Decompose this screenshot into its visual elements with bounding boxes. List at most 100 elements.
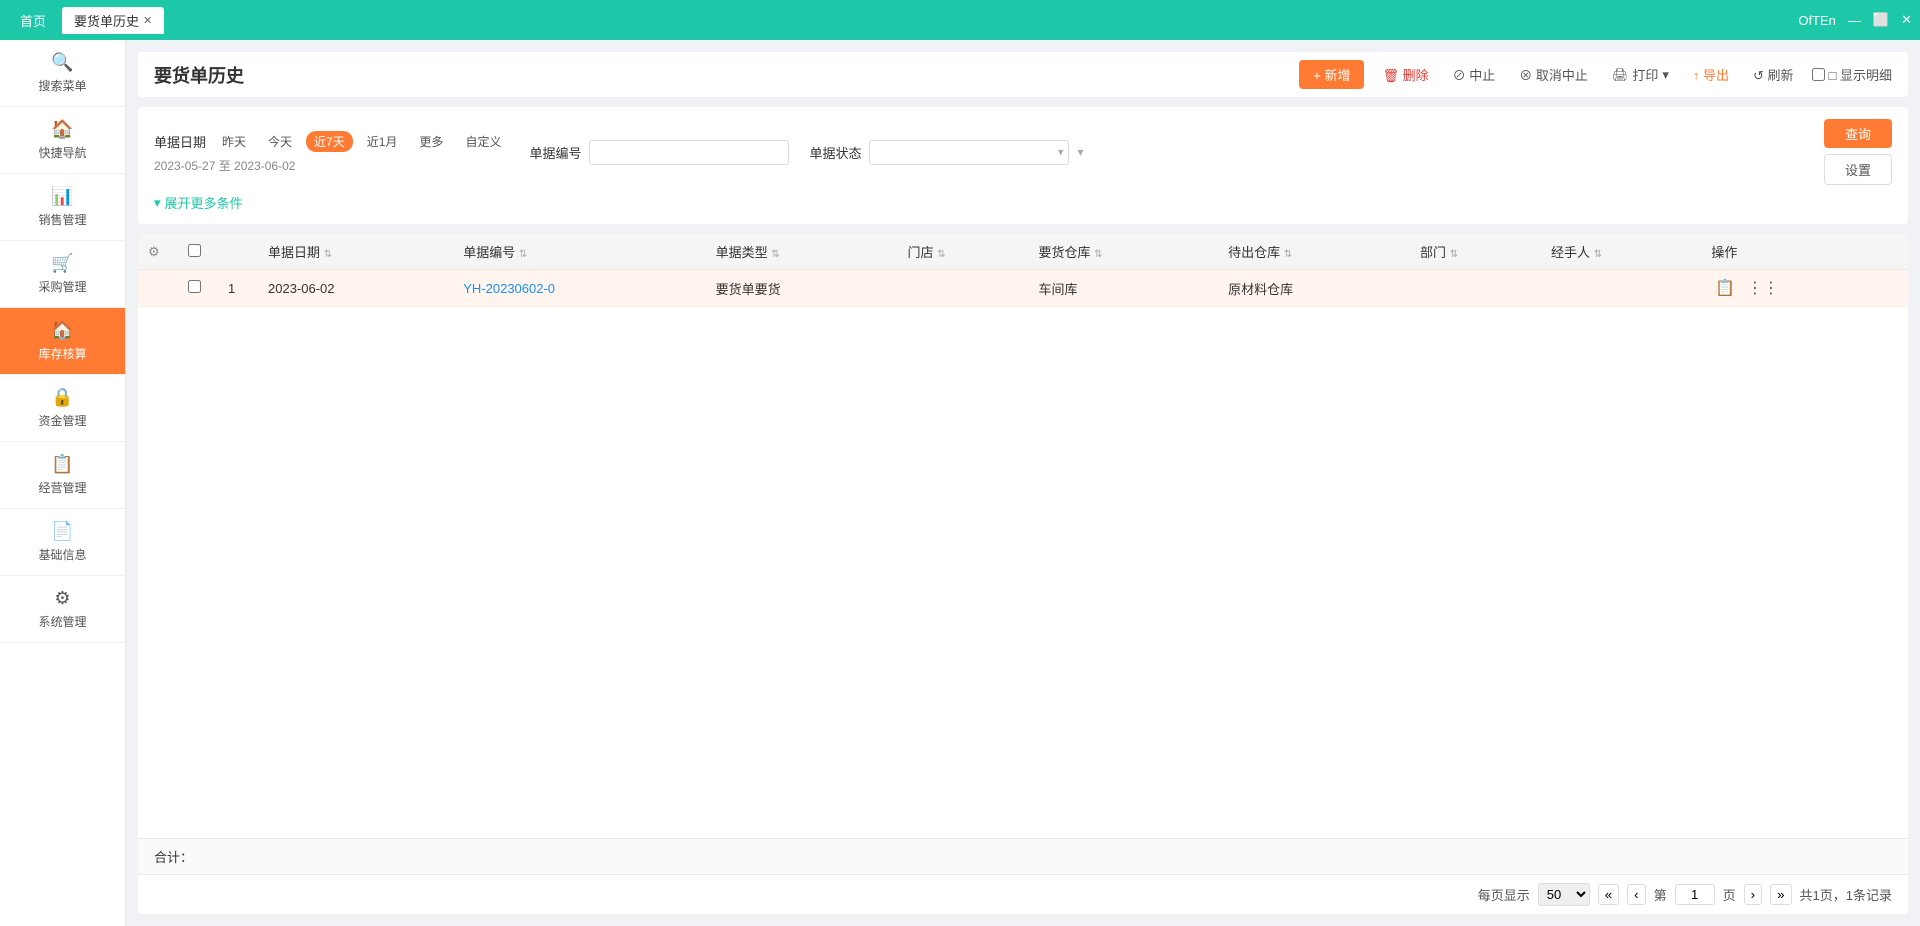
sidebar-item-purchase[interactable]: 🛒 采购管理 xyxy=(0,241,125,308)
col-department-sort-icon: ⇅ xyxy=(1450,249,1458,260)
row-handler-cell xyxy=(1541,270,1701,307)
page-header: 要货单历史 + 新增 🗑 删除 ⊘ 中止 ⊗ 取消中止 🖨 打印 ▾ ↑ 导出 … xyxy=(138,52,1908,97)
col-pending-warehouse[interactable]: 待出仓库 ⇅ xyxy=(1218,234,1410,270)
col-bill-type[interactable]: 单据类型 ⇅ xyxy=(706,234,898,270)
date-filter-group: 单据日期 昨天 今天 近7天 近1月 更多 自定义 2023-05-27 至 2… xyxy=(154,131,509,174)
sidebar-item-search-menu[interactable]: 🔍 搜索菜单 xyxy=(0,40,125,107)
search-menu-icon: 🔍 xyxy=(51,52,73,73)
bill-number-label: 单据编号 xyxy=(529,143,581,162)
prev-page-button[interactable]: ‹ xyxy=(1627,884,1645,905)
row-checkbox-cell xyxy=(178,270,218,307)
expand-conditions-button[interactable]: ▾ 展开更多条件 xyxy=(154,193,1892,212)
sales-icon: 📊 xyxy=(51,186,73,207)
row-pending-warehouse: 原材料仓库 xyxy=(1228,282,1293,297)
bill-number-input[interactable] xyxy=(589,140,789,165)
tab-close-icon[interactable]: ✕ xyxy=(143,14,152,27)
cancel-stop-button[interactable]: ⊗ 取消中止 xyxy=(1513,61,1594,88)
tab-requisition-label: 要货单历史 xyxy=(74,11,139,30)
total-info: 共1页，1条记录 xyxy=(1800,885,1892,904)
sidebar-item-sales[interactable]: 📊 销售管理 xyxy=(0,174,125,241)
date-pill-custom[interactable]: 自定义 xyxy=(457,131,509,152)
sidebar-item-purchase-label: 采购管理 xyxy=(38,278,86,295)
print-button[interactable]: 🖨 打印 ▾ xyxy=(1606,61,1675,88)
date-pill-7days[interactable]: 近7天 xyxy=(306,131,353,152)
next-page-button[interactable]: › xyxy=(1744,884,1762,905)
sidebar-item-system-label: 系统管理 xyxy=(38,613,86,630)
window-minimize-btn[interactable]: — xyxy=(1848,13,1861,28)
last-page-button[interactable]: » xyxy=(1770,884,1791,905)
date-pill-1month[interactable]: 近1月 xyxy=(359,131,406,152)
table-body: 1 2023-06-02 YH-20230602-0 要货单要货 xyxy=(138,270,1908,307)
sidebar-item-operations[interactable]: 📋 经营管理 xyxy=(0,442,125,509)
sidebar-item-operations-label: 经营管理 xyxy=(38,479,86,496)
query-search-button[interactable]: 查询 xyxy=(1824,119,1892,148)
tab-bar: 首页 要货单历史 ✕ xyxy=(8,7,164,34)
sidebar-item-basic-info[interactable]: 📄 基础信息 xyxy=(0,509,125,576)
row-checkbox[interactable] xyxy=(188,280,201,293)
sidebar-item-quick-nav-label: 快捷导航 xyxy=(38,144,86,161)
row-bill-no-cell: YH-20230602-0 xyxy=(453,270,705,307)
row-num: 1 xyxy=(228,281,235,296)
col-req-warehouse[interactable]: 要货仓库 ⇅ xyxy=(1028,234,1218,270)
export-button[interactable]: ↑ 导出 xyxy=(1687,61,1735,88)
col-pending-warehouse-label: 待出仓库 xyxy=(1228,245,1280,260)
page-suffix: 页 xyxy=(1723,885,1736,904)
window-maximize-btn[interactable]: ⬜ xyxy=(1873,12,1889,28)
query-settings-button[interactable]: 设置 xyxy=(1824,154,1892,185)
row-action-cell: 📋 ⋮⋮ xyxy=(1701,270,1908,307)
table-settings-icon[interactable]: ⚙ xyxy=(148,244,160,259)
tab-home[interactable]: 首页 xyxy=(8,7,58,34)
page-number-input[interactable] xyxy=(1675,884,1715,905)
col-store[interactable]: 门店 ⇅ xyxy=(897,234,1028,270)
date-filter-label: 单据日期 xyxy=(154,132,206,151)
expand-label: 展开更多条件 xyxy=(165,193,243,212)
status-dropdown-icon: ▾ xyxy=(1077,145,1083,159)
window-close-btn[interactable]: ✕ xyxy=(1901,12,1912,28)
col-handler[interactable]: 经手人 ⇅ xyxy=(1541,234,1701,270)
select-all-checkbox[interactable] xyxy=(188,244,201,257)
date-pills: 昨天 今天 近7天 近1月 更多 自定义 xyxy=(214,131,509,152)
new-button[interactable]: + 新增 xyxy=(1299,60,1364,89)
tab-requisition-history[interactable]: 要货单历史 ✕ xyxy=(62,7,164,34)
table-header-row: ⚙ 单据日期 ⇅ 单据编号 ⇅ xyxy=(138,234,1908,270)
row-edit-button[interactable]: 📋 xyxy=(1711,278,1739,299)
sidebar: 🔍 搜索菜单 🏠 快捷导航 📊 销售管理 🛒 采购管理 🏠 库存核算 🔒 资金管… xyxy=(0,40,126,926)
col-bill-no[interactable]: 单据编号 ⇅ xyxy=(453,234,705,270)
stop-button[interactable]: ⊘ 中止 xyxy=(1447,61,1502,88)
refresh-button[interactable]: ↺ 刷新 xyxy=(1747,61,1800,88)
toolbar: + 新增 🗑 删除 ⊘ 中止 ⊗ 取消中止 🖨 打印 ▾ ↑ 导出 ↺ 刷新 □… xyxy=(1299,60,1892,89)
col-bill-type-sort-icon: ⇅ xyxy=(771,249,779,260)
top-bar: 首页 要货单历史 ✕ OfTEn — ⬜ ✕ xyxy=(0,0,1920,40)
delete-button[interactable]: 🗑 删除 xyxy=(1376,61,1434,88)
date-pill-yesterday[interactable]: 昨天 xyxy=(214,131,254,152)
status-select[interactable] xyxy=(869,140,1069,165)
display-detail-button[interactable]: □ 显示明细 xyxy=(1812,65,1892,84)
first-page-button[interactable]: « xyxy=(1598,884,1619,905)
col-date[interactable]: 单据日期 ⇅ xyxy=(258,234,453,270)
row-more-button[interactable]: ⋮⋮ xyxy=(1743,278,1783,299)
brand-label: OfTEn xyxy=(1798,13,1836,28)
per-page-select[interactable]: 10 20 50 100 xyxy=(1538,883,1590,906)
col-handler-sort-icon: ⇅ xyxy=(1594,249,1602,260)
sidebar-item-finance[interactable]: 🔒 资金管理 xyxy=(0,375,125,442)
row-bill-no-link[interactable]: YH-20230602-0 xyxy=(463,281,555,296)
col-department[interactable]: 部门 ⇅ xyxy=(1410,234,1541,270)
sidebar-item-quick-nav[interactable]: 🏠 快捷导航 xyxy=(0,107,125,174)
bill-number-filter-group: 单据编号 xyxy=(529,140,789,165)
page-label: 第 xyxy=(1654,885,1667,904)
sidebar-item-system[interactable]: ⚙ 系统管理 xyxy=(0,576,125,643)
inventory-icon: 🏠 xyxy=(51,320,73,341)
row-bill-type: 要货单要货 xyxy=(716,282,781,297)
display-detail-checkbox[interactable] xyxy=(1812,68,1825,81)
table-empty-space xyxy=(138,307,1908,838)
col-settings[interactable]: ⚙ xyxy=(138,234,178,270)
filter-area: 单据日期 昨天 今天 近7天 近1月 更多 自定义 2023-05-27 至 2… xyxy=(138,107,1908,224)
sidebar-item-search-menu-label: 搜索菜单 xyxy=(38,77,86,94)
date-pill-more[interactable]: 更多 xyxy=(411,131,451,152)
col-date-sort-icon: ⇅ xyxy=(324,249,332,260)
row-num-cell: 1 xyxy=(218,270,258,307)
date-pill-today[interactable]: 今天 xyxy=(260,131,300,152)
row-bill-type-cell: 要货单要货 xyxy=(706,270,898,307)
finance-icon: 🔒 xyxy=(51,387,73,408)
sidebar-item-inventory[interactable]: 🏠 库存核算 xyxy=(0,308,125,375)
